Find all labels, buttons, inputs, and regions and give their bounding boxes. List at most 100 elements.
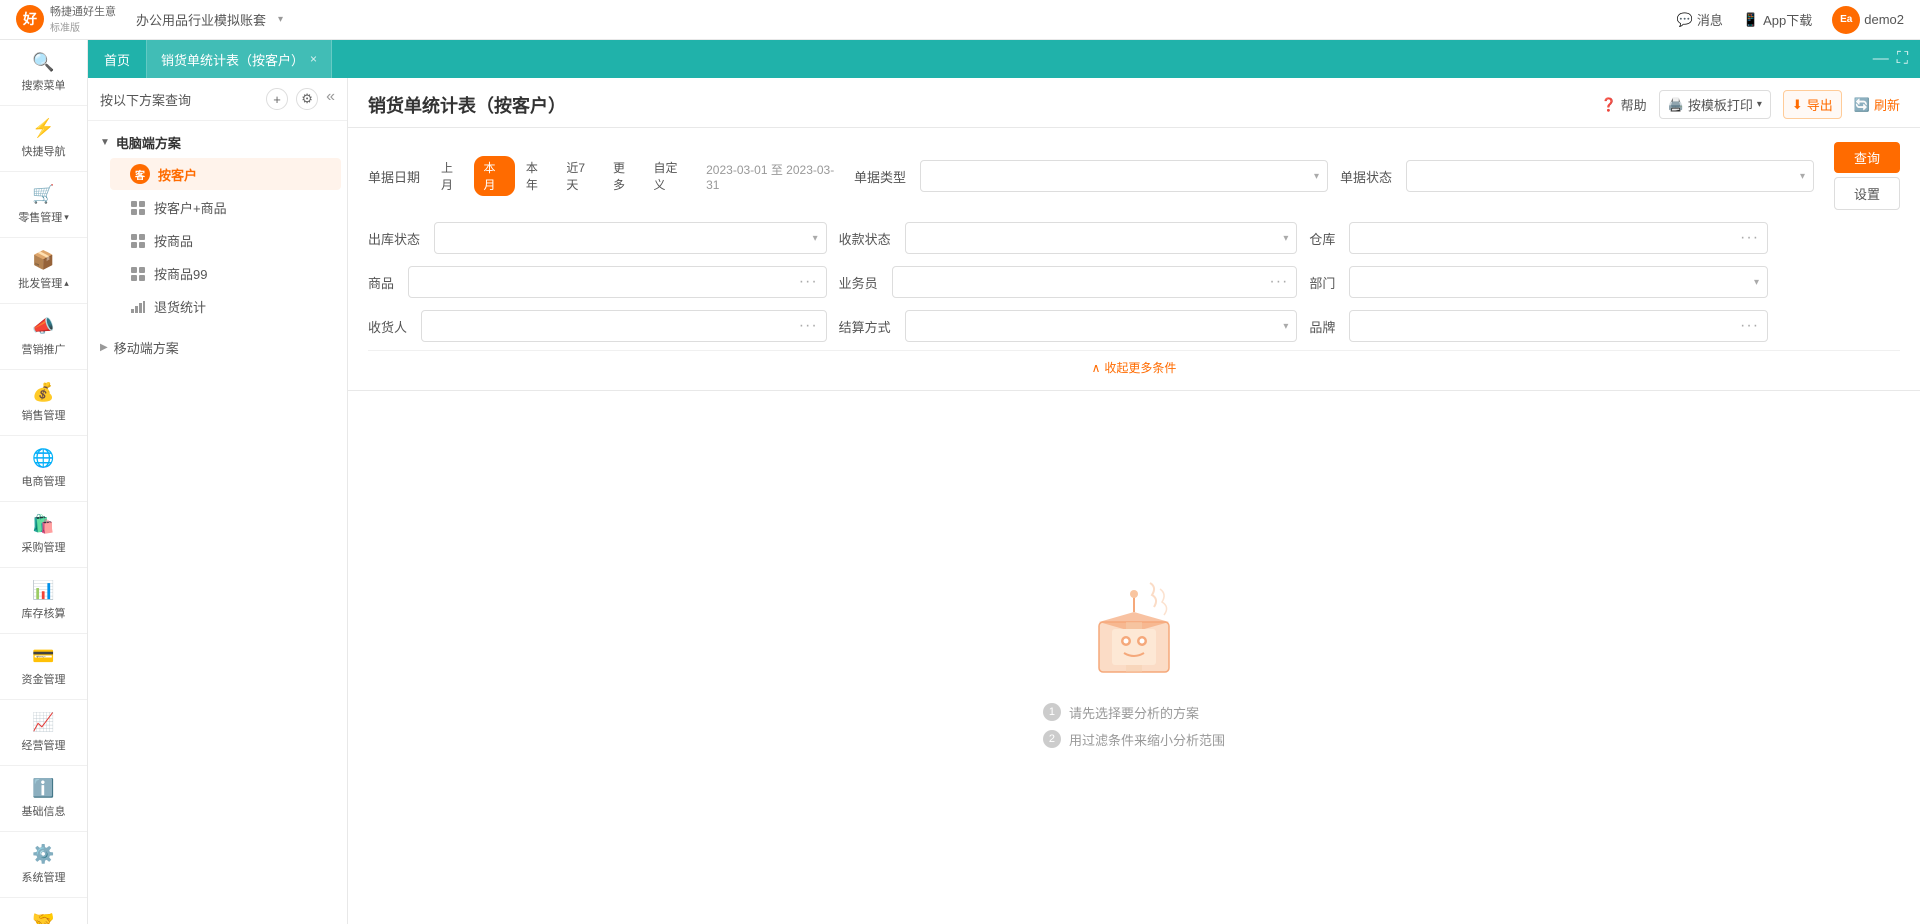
empty-hints: 1 请先选择要分析的方案 2 用过滤条件来缩小分析范围 bbox=[1043, 703, 1225, 749]
window-maximize-button[interactable]: ⛶ bbox=[1897, 50, 1908, 68]
brand-dots-icon[interactable]: ··· bbox=[1740, 317, 1759, 335]
scheme-settings-button[interactable]: ⚙ bbox=[296, 88, 318, 110]
sidebar-item-operations[interactable]: 📈 经营管理 bbox=[0, 700, 87, 766]
hint-num-2: 2 bbox=[1043, 730, 1061, 748]
delivery-status-filter: 出库状态 ▾ bbox=[368, 222, 827, 254]
scheme-item-by-customer-goods[interactable]: 按客户+商品 bbox=[110, 192, 341, 223]
tab-active[interactable]: 销货单统计表（按客户） × bbox=[147, 40, 332, 78]
sidebar-item-inventory[interactable]: 📊 库存核算 bbox=[0, 568, 87, 634]
payment-status-arrow-icon: ▾ bbox=[1283, 233, 1288, 244]
window-minimize-button[interactable]: — bbox=[1873, 50, 1889, 68]
sidebar-item-marketing[interactable]: 📣 营销推广 bbox=[0, 304, 87, 370]
scheme-collapse-button[interactable]: « bbox=[326, 88, 335, 110]
date-tab-7days[interactable]: 近7天 bbox=[559, 156, 602, 196]
receiver-label: 收货人 bbox=[368, 317, 407, 336]
purchase-icon: 🛍️ bbox=[32, 514, 54, 535]
brand-filter: 品牌 ··· bbox=[1309, 310, 1768, 342]
search-icon: 🔍 bbox=[32, 52, 54, 73]
collapse-button[interactable]: ∧ 收起更多条件 bbox=[1092, 359, 1177, 376]
order-status-input[interactable]: ▾ bbox=[1406, 160, 1814, 192]
filter-row-1: 单据日期 上月 本月 本年 近7天 更多 自定义 2023-03-01 至 20… bbox=[368, 142, 1900, 210]
scheme-group-desktop-items: 客 按客户 按客户+商品 bbox=[88, 158, 347, 322]
scheme-item-by-goods99-label: 按商品99 bbox=[154, 264, 207, 283]
message-label: 消息 bbox=[1697, 10, 1723, 29]
logo-area: 好 畅捷通好生意 标准版 bbox=[16, 5, 116, 34]
scheme-panel-actions: + ⚙ « bbox=[266, 88, 335, 110]
goods-label: 商品 bbox=[368, 273, 394, 292]
delivery-status-input[interactable]: ▾ bbox=[434, 222, 827, 254]
sidebar-item-enterprise[interactable]: 🤝 企业协同 bbox=[0, 898, 87, 924]
sidebar-item-retail[interactable]: 🛒 零售管理▾ bbox=[0, 172, 87, 238]
warehouse-input[interactable]: ··· bbox=[1349, 222, 1768, 254]
date-tab-custom[interactable]: 自定义 bbox=[646, 156, 694, 196]
warehouse-dots-icon[interactable]: ··· bbox=[1740, 229, 1759, 247]
settlement-input[interactable]: ▾ bbox=[905, 310, 1298, 342]
sidebar-item-ecommerce[interactable]: 🌐 电商管理 bbox=[0, 436, 87, 502]
message-button[interactable]: 💬 消息 bbox=[1677, 10, 1723, 29]
app-download-button[interactable]: 📱 App下载 bbox=[1743, 10, 1812, 29]
operations-icon: 📈 bbox=[32, 712, 54, 733]
filter-row-2: 出库状态 ▾ 收款状态 ▾ bbox=[368, 222, 1900, 254]
date-tab-more[interactable]: 更多 bbox=[606, 156, 642, 196]
scheme-group-mobile[interactable]: ▶ 移动端方案 bbox=[88, 332, 347, 363]
sidebar-item-wholesale[interactable]: 📦 批发管理▴ bbox=[0, 238, 87, 304]
sidebar-item-sales[interactable]: 💰 销售管理 bbox=[0, 370, 87, 436]
tab-close-button[interactable]: × bbox=[310, 52, 317, 66]
empty-hint-2-text: 用过滤条件来缩小分析范围 bbox=[1069, 730, 1225, 749]
scheme-add-button[interactable]: + bbox=[266, 88, 288, 110]
search-button[interactable]: 查询 bbox=[1834, 142, 1900, 173]
app-title: 办公用品行业模拟账套 bbox=[136, 10, 266, 29]
scheme-group-desktop: ▼ 电脑端方案 客 按客户 bbox=[88, 121, 347, 332]
sidebar-item-quicknav[interactable]: ⚡ 快捷导航 bbox=[0, 106, 87, 172]
sidebar-label-marketing: 营销推广 bbox=[22, 341, 66, 357]
filter-row-4: 收货人 ··· 结算方式 ▾ bbox=[368, 310, 1900, 342]
sidebar-label-retail: 零售管理▾ bbox=[18, 209, 69, 225]
date-tab-last-month[interactable]: 上月 bbox=[434, 156, 470, 196]
help-button[interactable]: ❓ 帮助 bbox=[1600, 95, 1646, 114]
sidebar-item-purchase[interactable]: 🛍️ 采购管理 bbox=[0, 502, 87, 568]
order-status-arrow-icon: ▾ bbox=[1800, 171, 1805, 182]
scheme-item-return-stats[interactable]: 退货统计 bbox=[110, 291, 341, 322]
date-tab-this-month[interactable]: 本月 bbox=[474, 156, 514, 196]
system-icon: ⚙️ bbox=[32, 844, 54, 865]
date-tab-this-year[interactable]: 本年 bbox=[519, 156, 555, 196]
user-profile[interactable]: Ea demo2 bbox=[1832, 6, 1904, 34]
salesperson-input[interactable]: ··· bbox=[892, 266, 1298, 298]
tab-home[interactable]: 首页 bbox=[88, 40, 147, 78]
sidebar-label-operations: 经营管理 bbox=[22, 737, 66, 753]
export-button[interactable]: ⬇ 导出 bbox=[1783, 90, 1842, 119]
scheme-group-desktop-header[interactable]: ▼ 电脑端方案 bbox=[88, 129, 347, 156]
template-print-button[interactable]: 🖨️ 按模板打印 ▾ bbox=[1659, 90, 1771, 119]
app-title-dropdown-icon[interactable]: ▾ bbox=[278, 14, 283, 25]
finance-icon: 💳 bbox=[32, 646, 54, 667]
settings-button[interactable]: 设置 bbox=[1834, 177, 1900, 210]
department-input[interactable]: ▾ bbox=[1349, 266, 1768, 298]
payment-status-label: 收款状态 bbox=[839, 229, 891, 248]
salesperson-dots-icon[interactable]: ··· bbox=[1269, 273, 1288, 291]
goods-dots-icon[interactable]: ··· bbox=[799, 273, 818, 291]
sidebar-item-finance[interactable]: 💳 资金管理 bbox=[0, 634, 87, 700]
goods-input[interactable]: ··· bbox=[408, 266, 827, 298]
order-status-filter: 单据状态 ▾ bbox=[1340, 160, 1814, 192]
refresh-icon: 🔄 bbox=[1854, 97, 1870, 113]
scheme-item-by-goods[interactable]: 按商品 bbox=[110, 225, 341, 256]
sidebar-item-search[interactable]: 🔍 搜索菜单 bbox=[0, 40, 87, 106]
brand-input[interactable]: ··· bbox=[1349, 310, 1768, 342]
scheme-item-by-goods99[interactable]: 按商品99 bbox=[110, 258, 341, 289]
payment-status-input[interactable]: ▾ bbox=[905, 222, 1298, 254]
template-print-label: 按模板打印 bbox=[1688, 95, 1753, 114]
refresh-button[interactable]: 🔄 刷新 bbox=[1854, 95, 1900, 114]
tab-window-actions: — ⛶ bbox=[1861, 50, 1920, 68]
receiver-input[interactable]: ··· bbox=[421, 310, 827, 342]
scheme-item-by-customer[interactable]: 客 按客户 bbox=[110, 158, 341, 190]
order-type-input[interactable]: ▾ bbox=[920, 160, 1328, 192]
logo-text-block: 畅捷通好生意 标准版 bbox=[50, 5, 116, 34]
settlement-filter: 结算方式 ▾ bbox=[839, 310, 1298, 342]
filter-area: 单据日期 上月 本月 本年 近7天 更多 自定义 2023-03-01 至 20… bbox=[348, 128, 1920, 391]
tab-bar: 首页 销货单统计表（按客户） × — ⛶ bbox=[88, 40, 1920, 78]
sidebar-item-basic[interactable]: ℹ️ 基础信息 bbox=[0, 766, 87, 832]
filter-row-3: 商品 ··· 业务员 ··· bbox=[368, 266, 1900, 298]
hint-num-1: 1 bbox=[1043, 703, 1061, 721]
receiver-dots-icon[interactable]: ··· bbox=[799, 317, 818, 335]
sidebar-item-system[interactable]: ⚙️ 系统管理 bbox=[0, 832, 87, 898]
